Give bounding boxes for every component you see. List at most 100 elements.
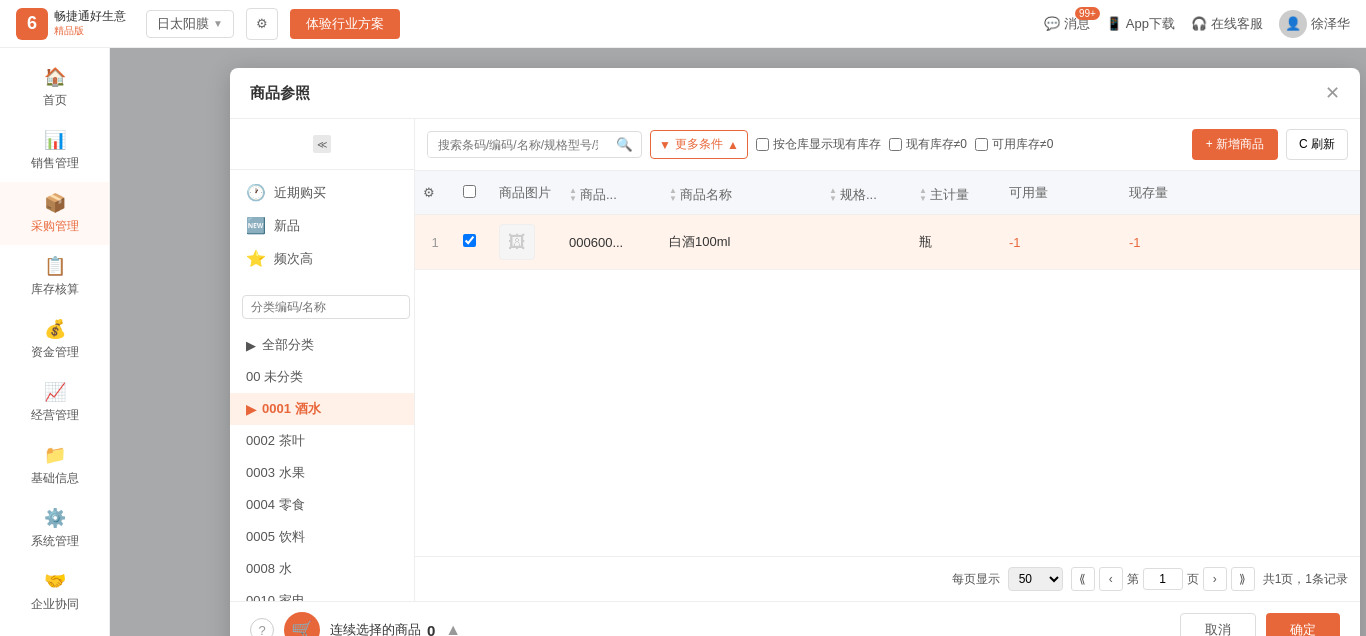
existing-stock-checkbox[interactable] — [889, 138, 902, 151]
sidebar-item-enterprise[interactable]: 🤝 企业协同 — [0, 560, 109, 623]
sidebar-item-operations[interactable]: 📈 经营管理 — [0, 371, 109, 434]
sidebar-label-operations: 经营管理 — [31, 407, 79, 424]
selected-count-area: 连续选择的商品 0 — [330, 621, 435, 636]
modal-body: ≪ 🕐 近期购买 🆕 新品 ⭐ 频次高 — [230, 119, 1360, 601]
notification-badge: 99+ — [1075, 7, 1100, 20]
next-page-button[interactable]: › — [1203, 567, 1227, 591]
select-all-checkbox[interactable] — [463, 185, 476, 198]
avatar: 👤 — [1279, 10, 1307, 38]
category-item-uncategorized[interactable]: 00 未分类 — [230, 361, 414, 393]
warehouse-display-checkbox-group[interactable]: 按仓库显示现有库存 — [756, 136, 881, 153]
content-area: 商品参照 ✕ ≪ 🕐 近期购买 — [110, 48, 1366, 636]
selected-count-badge: 0 — [427, 622, 435, 637]
sidebar-item-inventory[interactable]: 📋 库存核算 — [0, 245, 109, 308]
app-download-btn[interactable]: 📱 App下载 — [1106, 15, 1175, 33]
logo: 6 畅捷通好生意 精品版 — [16, 8, 126, 40]
store-selector[interactable]: 日太阳膜 ▼ — [146, 10, 234, 38]
warehouse-display-checkbox[interactable] — [756, 138, 769, 151]
message-btn[interactable]: 💬 消息 99+ — [1044, 15, 1090, 33]
refresh-button[interactable]: C 刷新 — [1286, 129, 1348, 160]
collapse-left-panel-button[interactable]: ≪ — [313, 135, 331, 153]
stock-value: -1 — [1129, 235, 1141, 250]
sidebar-label-enterprise: 企业协同 — [31, 596, 79, 613]
table-settings-icon[interactable]: ⚙ — [423, 185, 435, 200]
modal-close-button[interactable]: ✕ — [1325, 82, 1340, 104]
help-button[interactable]: ? — [250, 618, 274, 636]
available-stock-checkbox[interactable] — [975, 138, 988, 151]
sort-image[interactable]: 商品图片 — [499, 184, 551, 202]
search-button[interactable]: 🔍 — [608, 132, 641, 157]
category-item-all[interactable]: ▶ 全部分类 — [230, 329, 414, 361]
cat-label-water: 0008 水 — [246, 560, 292, 578]
sidebar-item-system[interactable]: ⚙️ 系统管理 — [0, 497, 109, 560]
last-page-button[interactable]: ⟫ — [1231, 567, 1255, 591]
sort-spec[interactable]: ▲▼ 规格... — [829, 186, 877, 204]
filter-button[interactable]: ▼ 更多条件 ▲ — [650, 130, 748, 159]
category-item-appliances[interactable]: 0010 家电 — [230, 585, 414, 601]
row-select-checkbox[interactable] — [463, 234, 476, 247]
category-item-tea[interactable]: 0002 茶叶 — [230, 425, 414, 457]
page-number-input[interactable] — [1143, 568, 1183, 590]
settings-icon[interactable]: ⚙ — [246, 8, 278, 40]
sidebar-item-purchase[interactable]: 📦 采购管理 — [0, 182, 109, 245]
cancel-button[interactable]: 取消 — [1180, 613, 1256, 636]
row-available-cell: -1 — [1001, 215, 1121, 270]
sidebar-label-sales: 销售管理 — [31, 155, 79, 172]
category-item-beverages[interactable]: 0005 饮料 — [230, 521, 414, 553]
th-image-label: 商品图片 — [499, 184, 551, 202]
product-thumbnail: 🖼 — [499, 224, 535, 260]
row-code-cell: 000600... — [561, 215, 661, 270]
sort-unit[interactable]: ▲▼ 主计量 — [919, 186, 969, 204]
online-service-label: 在线客服 — [1211, 15, 1263, 33]
page-size-select[interactable]: 50 10 20 100 — [1008, 567, 1063, 591]
prev-page-button[interactable]: ‹ — [1099, 567, 1123, 591]
trial-button[interactable]: 体验行业方案 — [290, 9, 400, 39]
search-box: 🔍 — [427, 131, 642, 158]
footer-right: 取消 确定 — [1180, 613, 1340, 636]
sidebar-item-finance[interactable]: 💰 资金管理 — [0, 308, 109, 371]
table-row[interactable]: 1 🖼 000600... — [415, 215, 1360, 270]
finance-icon: 💰 — [44, 318, 66, 340]
quick-link-recent[interactable]: 🕐 近期购买 — [230, 176, 414, 209]
search-input[interactable] — [428, 133, 608, 157]
th-stock-label: 现存量 — [1129, 185, 1168, 200]
sidebar-item-home[interactable]: 🏠 首页 — [0, 56, 109, 119]
sidebar-item-guide[interactable]: 📖 新手引导 — [0, 623, 109, 636]
clock-icon: 🕐 — [246, 183, 266, 202]
sidebar-item-basic-info[interactable]: 📁 基础信息 — [0, 434, 109, 497]
category-item-liquor[interactable]: ▶ 0001 酒水 — [230, 393, 414, 425]
cart-button[interactable]: 🛒 — [284, 612, 320, 636]
available-stock-checkbox-group[interactable]: 可用库存≠0 — [975, 136, 1053, 153]
category-item-snacks[interactable]: 0004 零食 — [230, 489, 414, 521]
online-service-btn[interactable]: 🎧 在线客服 — [1191, 15, 1263, 33]
existing-stock-checkbox-group[interactable]: 现有库存≠0 — [889, 136, 967, 153]
quick-link-new[interactable]: 🆕 新品 — [230, 209, 414, 242]
footer-left: ? 🛒 连续选择的商品 0 ▲ — [250, 612, 461, 636]
user-menu[interactable]: 👤 徐泽华 — [1279, 10, 1350, 38]
confirm-button[interactable]: 确定 — [1266, 613, 1340, 636]
new-icon: 🆕 — [246, 216, 266, 235]
category-item-water[interactable]: 0008 水 — [230, 553, 414, 585]
th-available: 可用量 — [1001, 171, 1121, 215]
add-product-button[interactable]: + 新增商品 — [1192, 129, 1278, 160]
sidebar-item-sales[interactable]: 📊 销售管理 — [0, 119, 109, 182]
sidebar-label-home: 首页 — [43, 92, 67, 109]
collapse-footer-icon[interactable]: ▲ — [445, 621, 461, 636]
existing-stock-label: 现有库存≠0 — [906, 136, 967, 153]
first-page-button[interactable]: ⟪ — [1071, 567, 1095, 591]
row-spec-cell — [821, 215, 911, 270]
quick-links: 🕐 近期购买 🆕 新品 ⭐ 频次高 — [230, 170, 414, 281]
sort-name[interactable]: ▲▼ 商品名称 — [669, 186, 732, 204]
th-checkbox — [455, 171, 491, 215]
sidebar-label-finance: 资金管理 — [31, 344, 79, 361]
pagination: 每页显示 50 10 20 100 ⟪ ‹ 第 页 — [415, 556, 1360, 601]
phone-icon: 📱 — [1106, 16, 1122, 31]
store-name: 日太阳膜 — [157, 15, 209, 33]
enterprise-icon: 🤝 — [44, 570, 66, 592]
th-spec-label: 规格... — [840, 186, 877, 204]
category-item-fruit[interactable]: 0003 水果 — [230, 457, 414, 489]
sort-code[interactable]: ▲▼ 商品... — [569, 186, 617, 204]
classify-search-input[interactable] — [242, 295, 410, 319]
arrow-right-icon: ▶ — [246, 338, 256, 353]
quick-link-frequent[interactable]: ⭐ 频次高 — [230, 242, 414, 275]
